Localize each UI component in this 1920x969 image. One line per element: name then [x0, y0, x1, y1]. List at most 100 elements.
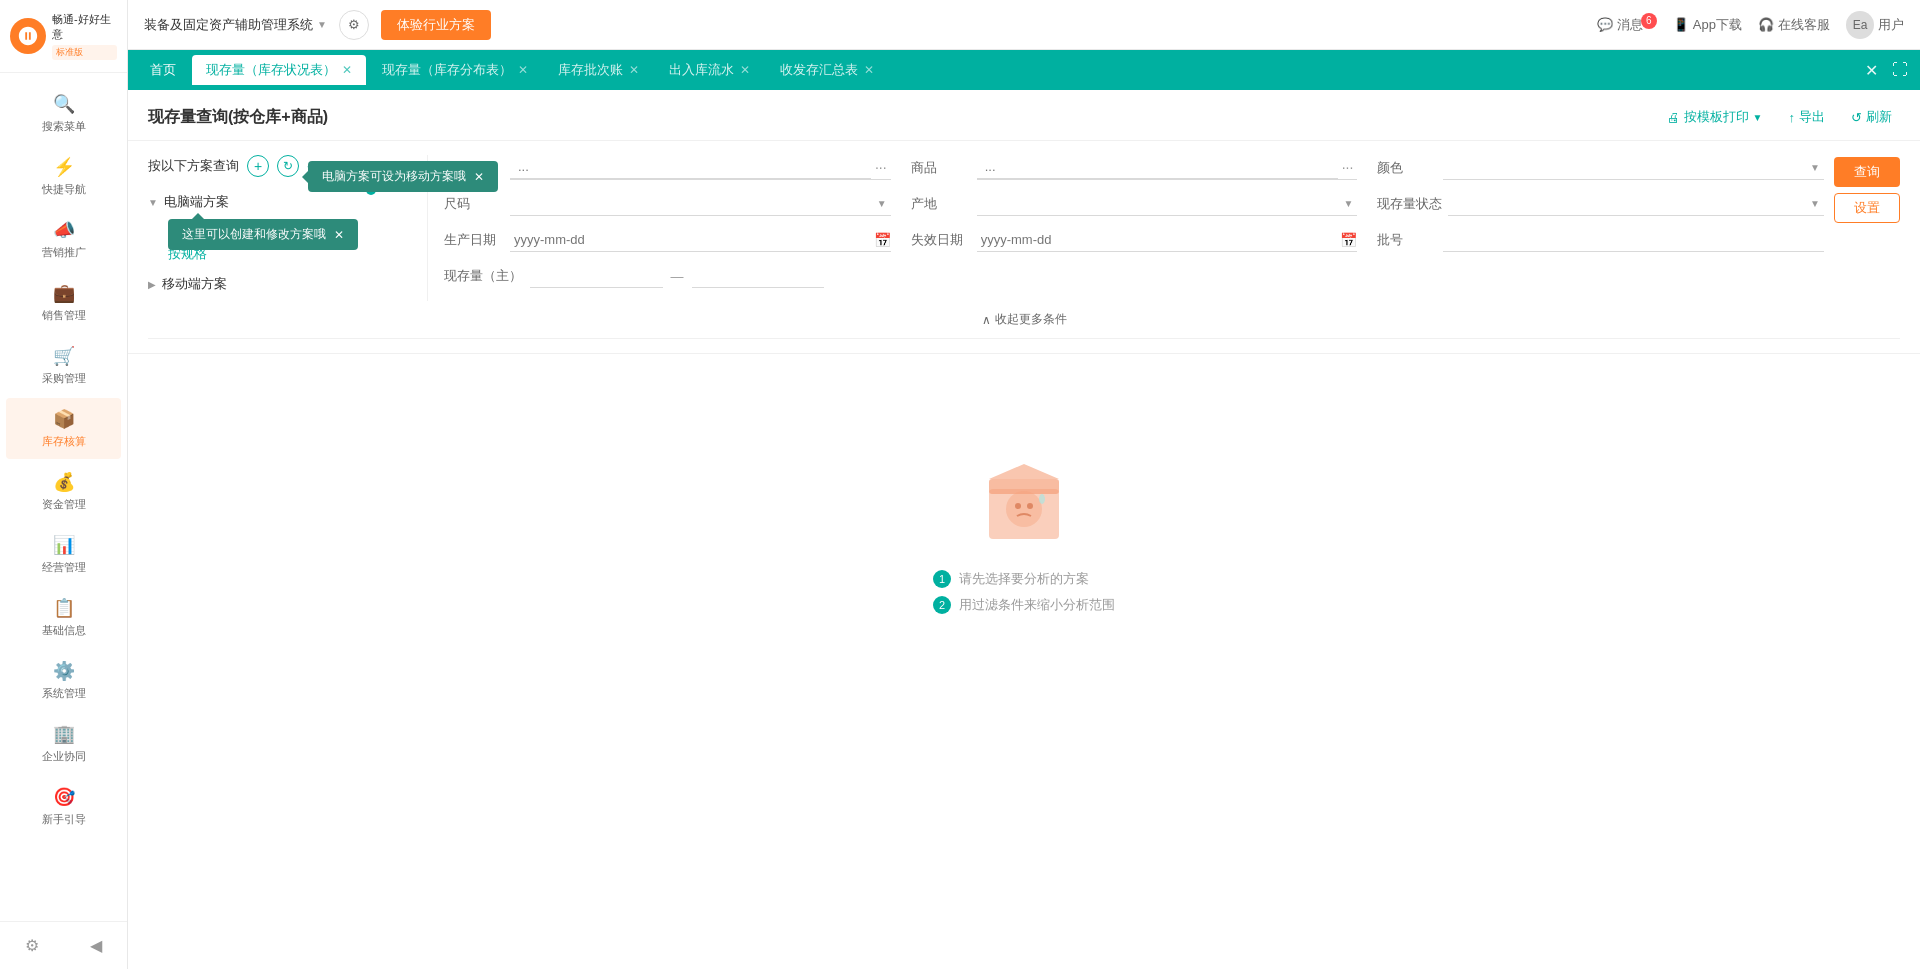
dropdown-arrow-icon: ▼	[317, 19, 327, 30]
scheme-group-desktop-label: 电脑端方案	[164, 193, 229, 211]
tab-summary[interactable]: 收发存汇总表 ✕	[766, 55, 888, 85]
stock-status-label: 现存量状态	[1377, 195, 1442, 213]
tab-home[interactable]: 首页	[136, 55, 190, 85]
search-buttons: 查询 设置	[1834, 155, 1900, 223]
edit-popup-text: 这里可以创建和修改方案哦	[182, 226, 326, 243]
warehouse-input[interactable]	[510, 155, 871, 179]
size-select[interactable]	[510, 192, 891, 215]
app-download-action[interactable]: 📱 App下载	[1673, 16, 1742, 34]
sidebar-item-guide[interactable]: 🎯 新手引导	[6, 776, 121, 837]
sidebar-item-enterprise[interactable]: 🏢 企业协同	[6, 713, 121, 774]
operations-icon: 📊	[53, 534, 75, 556]
settings-bottom-btn[interactable]: ⚙	[19, 930, 45, 961]
message-action[interactable]: 💬 消息 6	[1597, 16, 1657, 34]
batch-input[interactable]	[1443, 228, 1824, 252]
tab-inventory-dist-close[interactable]: ✕	[518, 63, 528, 77]
group-arrow-icon: ▼	[148, 197, 158, 208]
tab-home-label: 首页	[150, 61, 176, 79]
empty-illustration	[964, 434, 1084, 554]
color-field: 颜色 ▼	[1377, 155, 1824, 180]
online-service-action[interactable]: 🎧 在线客服	[1758, 16, 1830, 34]
system-title-dropdown[interactable]: 装备及固定资产辅助管理系统 ▼	[144, 16, 327, 34]
warehouse-select-container: ···	[510, 155, 891, 180]
expire-date-input[interactable]	[977, 228, 1341, 251]
stock-main-to-input[interactable]	[692, 264, 825, 288]
filter-refresh-btn[interactable]: ↻	[277, 155, 299, 177]
produce-date-input[interactable]	[510, 228, 874, 251]
user-action[interactable]: Ea 用户	[1846, 11, 1904, 39]
base-icon: 📋	[53, 597, 75, 619]
tab-inout-close[interactable]: ✕	[740, 63, 750, 77]
sidebar-item-label-guide: 新手引导	[42, 812, 86, 827]
step-2-text: 用过滤条件来缩小分析范围	[959, 596, 1115, 614]
message-badge: 6	[1641, 13, 1657, 29]
svg-marker-2	[989, 464, 1059, 479]
stock-main-from-input[interactable]	[530, 264, 663, 288]
origin-label: 产地	[911, 195, 971, 213]
tab-fullscreen-btn[interactable]: ⛶	[1888, 57, 1912, 83]
size-field: 尺码 ▼	[444, 192, 891, 216]
sidebar-item-purchase[interactable]: 🛒 采购管理	[6, 335, 121, 396]
warehouse-more-btn[interactable]: ···	[871, 159, 891, 175]
sidebar-item-sales[interactable]: 💼 销售管理	[6, 272, 121, 333]
sidebar-item-base[interactable]: 📋 基础信息	[6, 587, 121, 648]
sidebar-item-inventory[interactable]: 📦 库存核算	[6, 398, 121, 459]
produce-date-calendar-icon[interactable]: 📅	[874, 232, 891, 248]
scheme-group-mobile-header[interactable]: ▶ 移动端方案	[148, 271, 415, 297]
empty-step-1: 1 请先选择要分析的方案	[933, 570, 1115, 588]
sidebar-item-label-finance: 资金管理	[42, 497, 86, 512]
sidebar-item-label-search: 搜索菜单	[42, 119, 86, 134]
finance-icon: 💰	[53, 471, 75, 493]
search-btn[interactable]: 查询	[1834, 157, 1900, 187]
tab-summary-close[interactable]: ✕	[864, 63, 874, 77]
tab-close-all-btn[interactable]: ✕	[1861, 57, 1882, 84]
print-label: 按模板打印	[1684, 108, 1749, 126]
settings-gear-btn[interactable]: ⚙	[339, 10, 369, 40]
sidebar-item-search[interactable]: 🔍 搜索菜单	[6, 83, 121, 144]
expire-date-calendar-icon[interactable]: 📅	[1340, 232, 1357, 248]
color-select[interactable]	[1443, 156, 1824, 179]
tab-inventory-dist[interactable]: 现存量（库存分布表） ✕	[368, 55, 542, 85]
header-left: 装备及固定资产辅助管理系统 ▼ ⚙ 体验行业方案	[144, 10, 491, 40]
edit-popup: 这里可以创建和修改方案哦 ✕	[168, 219, 358, 250]
stock-status-select-container: ▼	[1448, 192, 1824, 216]
reset-btn[interactable]: 设置	[1834, 193, 1900, 223]
goods-select-container: ···	[977, 155, 1358, 180]
produce-date-label: 生产日期	[444, 231, 504, 249]
tab-inventory-status-close[interactable]: ✕	[342, 63, 352, 77]
goods-input[interactable]	[977, 155, 1338, 179]
edit-popup-close[interactable]: ✕	[334, 228, 344, 242]
tab-batch-close[interactable]: ✕	[629, 63, 639, 77]
refresh-btn[interactable]: ↺ 刷新	[1843, 104, 1900, 130]
logo-badge: 标准版	[52, 45, 117, 60]
origin-select[interactable]	[977, 192, 1358, 215]
filter-section: 电脑方案可设为移动方案哦 ✕ 这里可以创建和修改方案哦 ✕ 按以下方案查询 +	[128, 141, 1920, 354]
sidebar-item-system[interactable]: ⚙️ 系统管理	[6, 650, 121, 711]
expire-date-label: 失效日期	[911, 231, 971, 249]
collapse-section: ∧ 收起更多条件	[148, 301, 1900, 339]
sidebar-item-label-nav: 快捷导航	[42, 182, 86, 197]
sidebar-item-marketing[interactable]: 📣 营销推广	[6, 209, 121, 270]
sidebar-item-label-marketing: 营销推广	[42, 245, 86, 260]
export-btn[interactable]: ↑ 导出	[1781, 104, 1834, 130]
sidebar-item-nav[interactable]: ⚡ 快捷导航	[6, 146, 121, 207]
sidebar-item-label-operations: 经营管理	[42, 560, 86, 575]
tab-inout[interactable]: 出入库流水 ✕	[655, 55, 764, 85]
collapse-btn[interactable]: ∧ 收起更多条件	[982, 311, 1067, 328]
collapse-sidebar-btn[interactable]: ◀	[84, 930, 108, 961]
scheme-popup-close[interactable]: ✕	[474, 170, 484, 184]
goods-more-btn[interactable]: ···	[1338, 159, 1358, 175]
service-icon: 🎧	[1758, 17, 1774, 32]
stock-status-select[interactable]	[1448, 192, 1824, 215]
tab-inventory-status[interactable]: 现存量（库存状况表） ✕	[192, 55, 366, 85]
scheme-group-mobile: ▶ 移动端方案	[148, 271, 415, 297]
filter-add-btn[interactable]: +	[247, 155, 269, 177]
sidebar-item-finance[interactable]: 💰 资金管理	[6, 461, 121, 522]
sidebar-logo: 畅通-好好生意 标准版	[0, 0, 127, 73]
sidebar-item-operations[interactable]: 📊 经营管理	[6, 524, 121, 585]
guide-icon: 🎯	[53, 786, 75, 808]
industry-plan-btn[interactable]: 体验行业方案	[381, 10, 491, 40]
print-btn[interactable]: 🖨 按模板打印 ▼	[1659, 104, 1771, 130]
tab-inventory-status-label: 现存量（库存状况表）	[206, 61, 336, 79]
tab-batch[interactable]: 库存批次账 ✕	[544, 55, 653, 85]
